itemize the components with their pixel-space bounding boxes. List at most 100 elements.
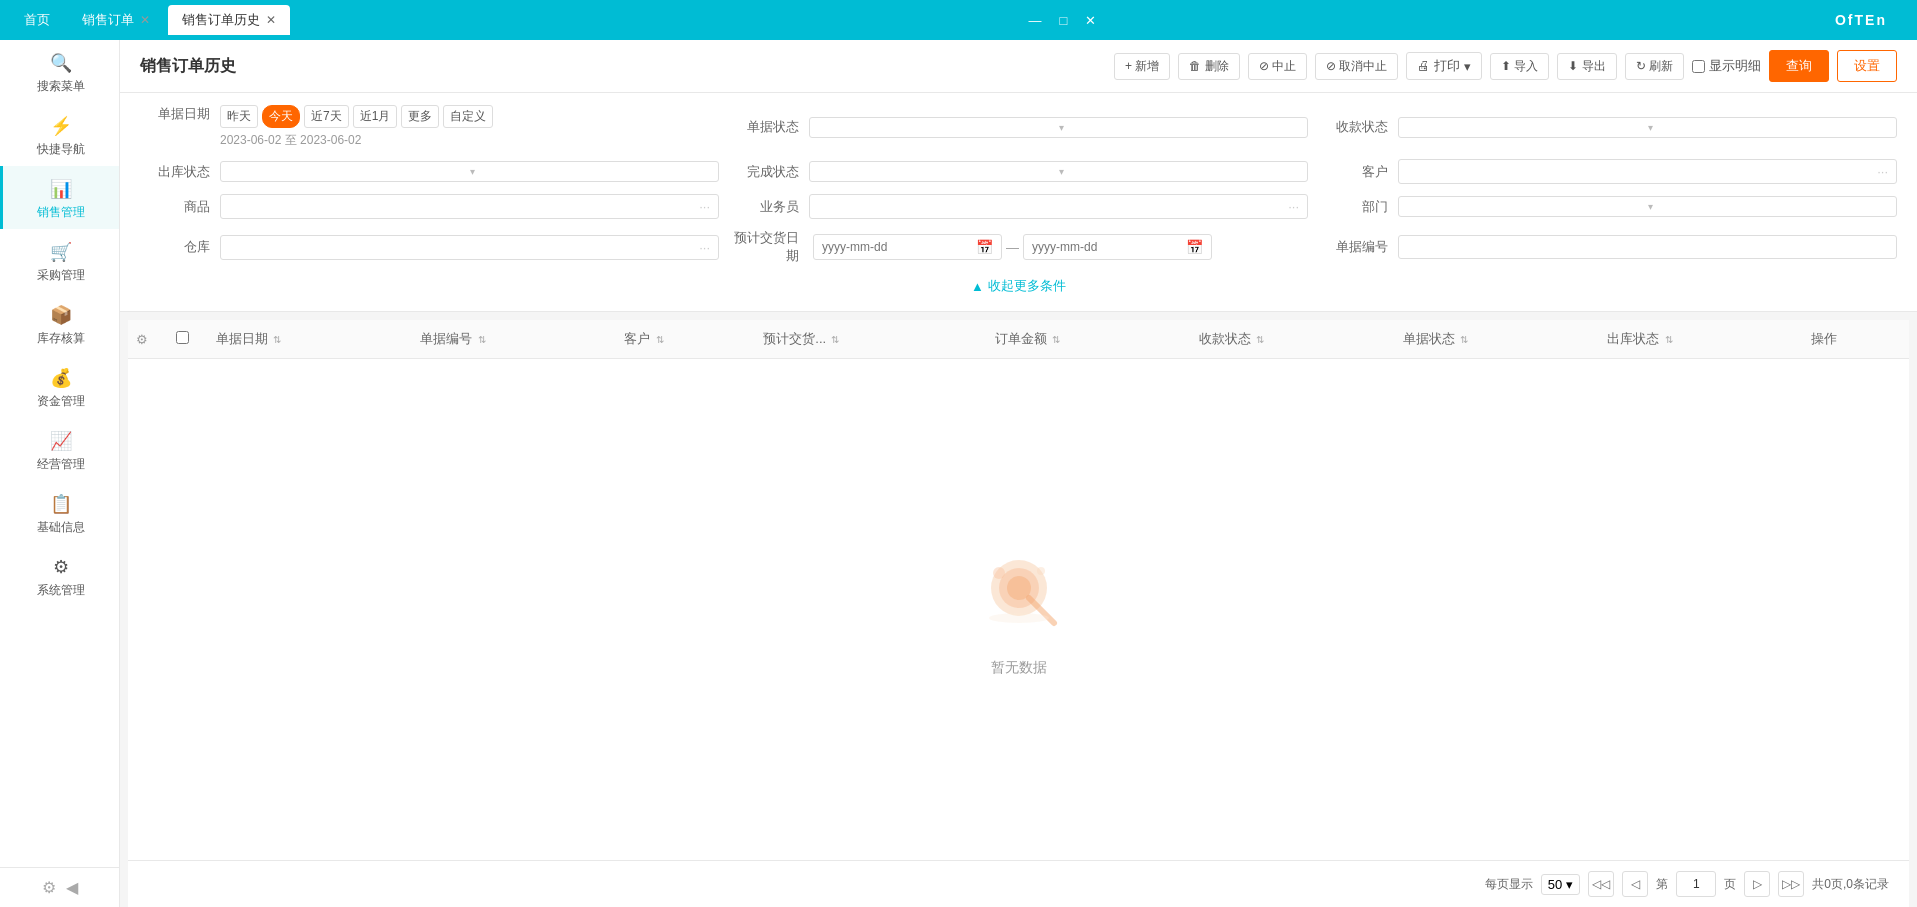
svg-point-3 [993,567,1005,579]
customer-label: 客户 [1318,163,1398,181]
basic-info-icon: 📋 [50,493,72,515]
salesperson-input[interactable]: ··· [809,194,1308,219]
stop-button[interactable]: ⊘ 中止 [1248,53,1307,80]
col-date[interactable]: 单据日期 ⇅ [208,320,412,359]
col-customer[interactable]: 客户 ⇅ [616,320,755,359]
calendar-start-icon[interactable]: 📅 [976,239,993,255]
prev-page-button[interactable]: ◁ [1622,871,1648,897]
page-size-select[interactable]: 50 ▾ [1541,874,1580,895]
tab-home-label: 首页 [24,11,50,29]
delivery-date-start-field[interactable] [822,240,972,254]
next-page-button[interactable]: ▷ [1744,871,1770,897]
complete-status-filter-cell: 完成状态 ▾ [729,159,1308,184]
window-min-icon[interactable]: — [1025,13,1046,28]
sidebar-item-finance-label: 资金管理 [37,393,85,410]
table-settings-col: ⚙ [128,320,168,359]
print-button[interactable]: 🖨 打印 ▾ [1406,52,1482,80]
new-button[interactable]: + 新增 [1114,53,1170,80]
display-dense-toggle[interactable]: 显示明细 [1692,57,1761,75]
goods-input[interactable]: ··· [220,194,719,219]
table-settings-icon[interactable]: ⚙ [136,332,148,347]
table-section: ⚙ 单据日期 ⇅ 单据编号 ⇅ [128,320,1909,860]
col-order-amount[interactable]: 订单金额 ⇅ [987,320,1191,359]
bill-no-input-field[interactable] [1407,240,1888,254]
delivery-date-filter-cell: 预计交货日期 📅 — 📅 [729,229,1308,265]
sidebar-item-quick-nav[interactable]: ⚡ 快捷导航 [0,103,119,166]
date-1month-btn[interactable]: 近1月 [353,105,398,128]
col-bill-no[interactable]: 单据编号 ⇅ [412,320,616,359]
table-header-row: ⚙ 单据日期 ⇅ 单据编号 ⇅ [128,320,1909,359]
date-7days-btn[interactable]: 近7天 [304,105,349,128]
sidebar-settings-icon[interactable]: ⚙ [42,878,56,897]
bill-status-select[interactable]: ▾ [809,117,1308,138]
query-button[interactable]: 查询 [1769,50,1829,82]
sidebar-item-search-menu[interactable]: 🔍 搜索菜单 [0,40,119,103]
col-order-amount-label: 订单金额 [995,331,1047,346]
out-status-label: 出库状态 [140,163,220,181]
date-filter-cell: 单据日期 昨天 今天 近7天 近1月 更多 自定义 2023-06-02 至 2… [140,105,719,149]
close-history-tab-icon[interactable]: ✕ [266,13,276,27]
import-button[interactable]: ⬆ 导入 [1490,53,1549,80]
tab-sales-order[interactable]: 销售订单 ✕ [68,5,164,35]
salesperson-ellipsis[interactable]: ··· [1288,199,1299,214]
col-delivery-date[interactable]: 预计交货... ⇅ [755,320,986,359]
close-sales-order-tab-icon[interactable]: ✕ [140,13,150,27]
calendar-end-icon[interactable]: 📅 [1186,239,1203,255]
col-receipt-status[interactable]: 收款状态 ⇅ [1191,320,1395,359]
empty-state-illustration [969,543,1069,643]
display-dense-checkbox[interactable] [1692,60,1705,73]
tab-sales-order-history[interactable]: 销售订单历史 ✕ [168,5,290,35]
department-select[interactable]: ▾ [1398,196,1897,217]
last-page-button[interactable]: ▷▷ [1778,871,1804,897]
salesperson-input-field[interactable] [818,200,1284,214]
customer-input[interactable]: ··· [1398,159,1897,184]
goods-ellipsis[interactable]: ··· [699,199,710,214]
salesperson-label: 业务员 [729,198,809,216]
cancel-stop-button[interactable]: ⊘ 取消中止 [1315,53,1398,80]
window-max-icon[interactable]: □ [1056,13,1072,28]
col-out-status[interactable]: 出库状态 ⇅ [1599,320,1803,359]
delivery-date-start-input[interactable]: 📅 [813,234,1002,260]
delivery-date-end-input[interactable]: 📅 [1023,234,1212,260]
date-today-btn[interactable]: 今天 [262,105,300,128]
delivery-date-end-field[interactable] [1032,240,1182,254]
sidebar-item-purchase-mgmt[interactable]: 🛒 采购管理 [0,229,119,292]
warehouse-input-field[interactable] [229,240,695,254]
bill-no-input[interactable] [1398,235,1897,259]
data-table: ⚙ 单据日期 ⇅ 单据编号 ⇅ [128,320,1909,359]
receipt-status-select[interactable]: ▾ [1398,117,1897,138]
col-bill-status[interactable]: 单据状态 ⇅ [1395,320,1599,359]
sidebar-item-sys-mgmt[interactable]: ⚙ 系统管理 [0,544,119,607]
page-number-input[interactable] [1676,871,1716,897]
sidebar-item-operations[interactable]: 📈 经营管理 [0,418,119,481]
tab-home[interactable]: 首页 [10,5,64,35]
warehouse-ellipsis[interactable]: ··· [699,240,710,255]
warehouse-input[interactable]: ··· [220,235,719,260]
first-page-button[interactable]: ◁◁ [1588,871,1614,897]
complete-status-select[interactable]: ▾ [809,161,1308,182]
delete-button[interactable]: 🗑 删除 [1178,53,1239,80]
date-custom-btn[interactable]: 自定义 [443,105,493,128]
out-status-select[interactable]: ▾ [220,161,719,182]
refresh-button[interactable]: ↻ 刷新 [1625,53,1684,80]
page-size-value: 50 [1548,877,1562,892]
window-close-icon[interactable]: ✕ [1081,13,1100,28]
sidebar-item-basic-info[interactable]: 📋 基础信息 [0,481,119,544]
sidebar-item-finance[interactable]: 💰 资金管理 [0,355,119,418]
page-size-label: 每页显示 [1485,876,1533,893]
date-yesterday-btn[interactable]: 昨天 [220,105,258,128]
sidebar-item-inventory[interactable]: 📦 库存核算 [0,292,119,355]
date-more-btn[interactable]: 更多 [401,105,439,128]
settings-button[interactable]: 设置 [1837,50,1897,82]
select-all-checkbox[interactable] [176,331,189,344]
goods-input-field[interactable] [229,200,695,214]
col-out-status-label: 出库状态 [1607,331,1659,346]
sidebar: 🔍 搜索菜单 ⚡ 快捷导航 📊 销售管理 🛒 采购管理 📦 库存核算 💰 资金管… [0,40,120,907]
customer-input-field[interactable] [1407,165,1873,179]
export-button[interactable]: ⬇ 导出 [1557,53,1616,80]
customer-ellipsis[interactable]: ··· [1877,164,1888,179]
sidebar-item-sales-mgmt[interactable]: 📊 销售管理 [0,166,119,229]
sidebar-collapse-icon[interactable]: ◀ [66,878,78,897]
sidebar-item-basic-info-label: 基础信息 [37,519,85,536]
collapse-button[interactable]: ▲ 收起更多条件 [971,273,1066,299]
